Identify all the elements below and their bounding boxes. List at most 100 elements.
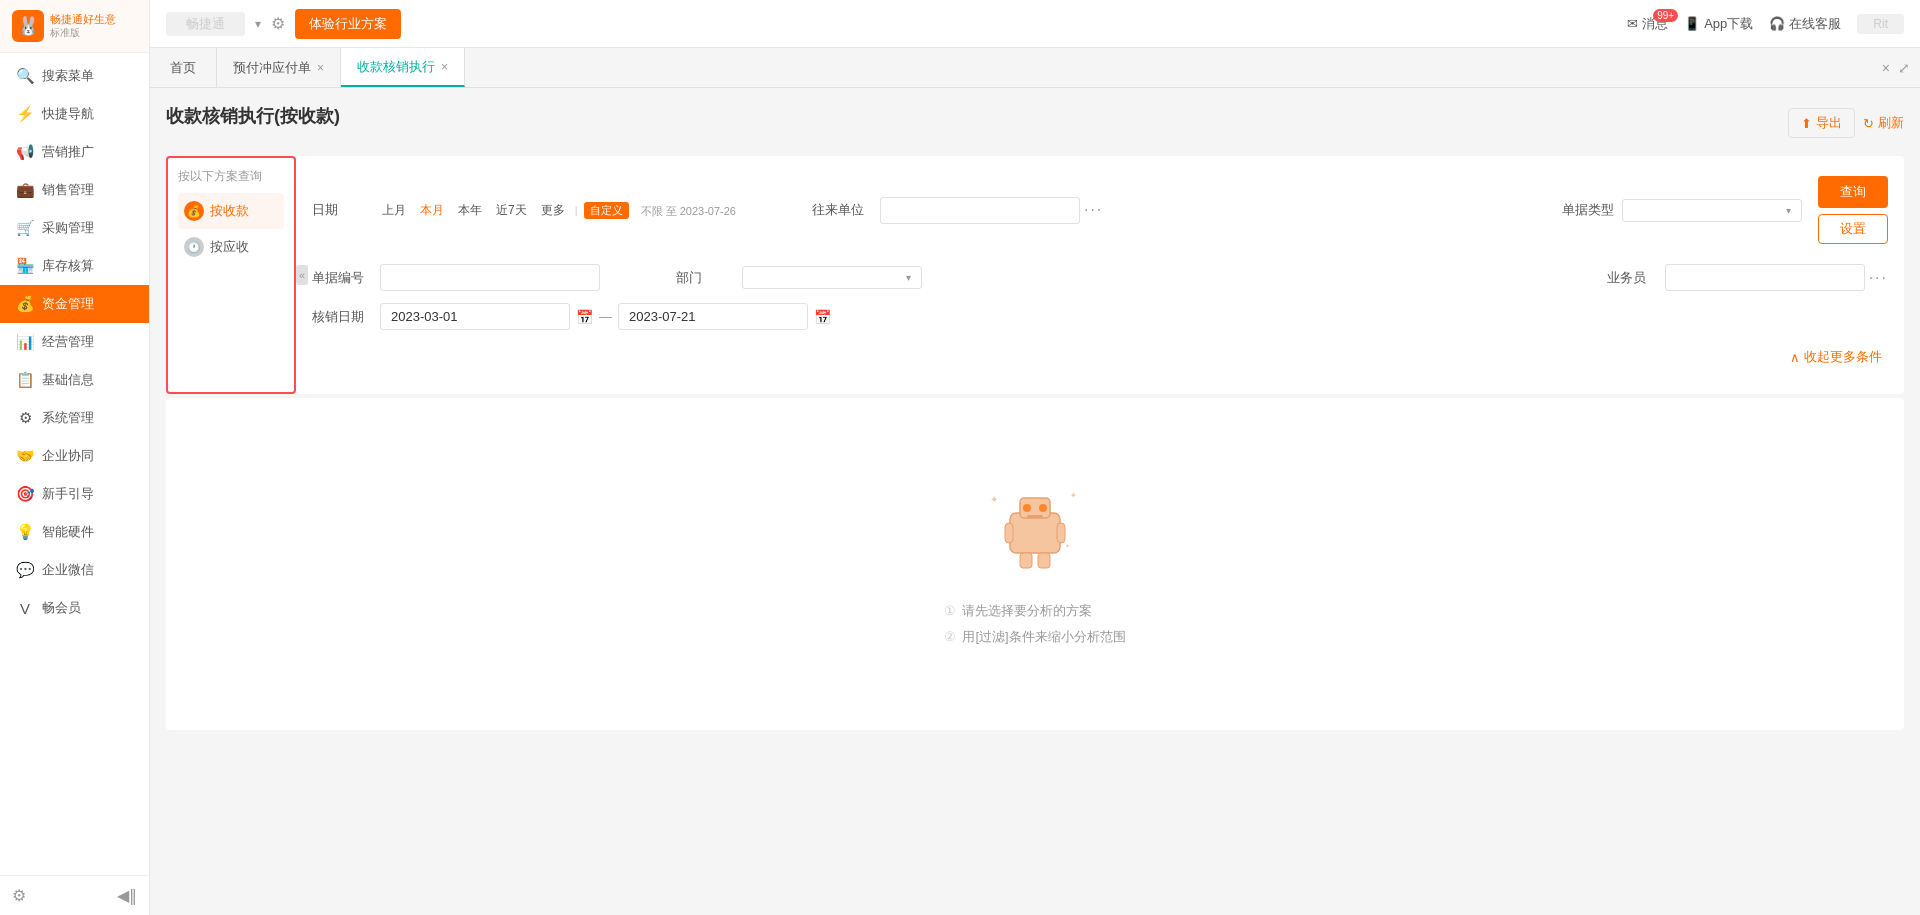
- partner-dots-btn[interactable]: ···: [1084, 201, 1103, 219]
- verify-date-label: 核销日期: [312, 308, 364, 326]
- collapse-more-btn[interactable]: ∧ 收起更多条件: [312, 342, 1888, 372]
- logo-area: 🐰 畅捷通好生意 标准版: [0, 0, 149, 53]
- verify-start-calendar-icon[interactable]: 📅: [576, 309, 593, 325]
- date-btn-this-year[interactable]: 本年: [454, 200, 486, 221]
- export-icon: ⬆: [1801, 116, 1812, 131]
- bill-type-select[interactable]: ▾: [1622, 199, 1802, 222]
- sidebar-item-wechat[interactable]: 💬 企业微信: [0, 551, 149, 589]
- verify-date-start-input[interactable]: [380, 303, 570, 330]
- app-download-btn[interactable]: 📱 App下载: [1684, 15, 1753, 33]
- svg-rect-5: [1005, 523, 1013, 543]
- tab-home[interactable]: 首页: [150, 48, 217, 87]
- refresh-icon: ↻: [1863, 116, 1874, 131]
- date-btn-this-month[interactable]: 本月: [416, 200, 448, 221]
- verify-date-end-input[interactable]: [618, 303, 808, 330]
- tab-verify[interactable]: 收款核销执行 ×: [341, 48, 465, 87]
- query-row-1: 日期 上月 本月 本年 近7天 更多 | 自定义 不限 至 2023-07-26: [312, 168, 1888, 252]
- query-btn[interactable]: 查询: [1818, 176, 1888, 208]
- empty-tip-2: 用[过滤]条件来缩小分析范围: [962, 624, 1125, 650]
- date-no-limit: 不限: [641, 205, 663, 217]
- query-row-3: 核销日期 📅 — 📅: [312, 303, 1888, 330]
- sidebar-item-management[interactable]: 📊 经营管理: [0, 323, 149, 361]
- date-btn-last-month[interactable]: 上月: [378, 200, 410, 221]
- empty-tips: ① 请先选择要分析的方案 ② 用[过滤]条件来缩小分析范围: [944, 598, 1125, 650]
- verify-end-calendar-icon[interactable]: 📅: [814, 309, 831, 325]
- collab-icon: 🤝: [16, 447, 34, 465]
- partner-input[interactable]: [880, 197, 1080, 224]
- date-dash: —: [599, 309, 612, 324]
- sidebar-item-member[interactable]: V 畅会员: [0, 589, 149, 627]
- sidebar-nav: 🔍 搜索菜单 ⚡ 快捷导航 📢 营销推广 💼 销售管理 🛒 采购管理 🏪 库存核…: [0, 53, 149, 875]
- svg-rect-7: [1020, 553, 1032, 568]
- staff-dots-btn[interactable]: ···: [1869, 269, 1888, 287]
- sidebar-item-finance[interactable]: 💰 资金管理: [0, 285, 149, 323]
- collapse-label: 收起更多条件: [1804, 348, 1882, 366]
- setting-btn[interactable]: 设置: [1818, 214, 1888, 244]
- collapse-sidebar-btn[interactable]: ◀‖: [117, 886, 137, 905]
- topbar-dropdown-icon[interactable]: ▾: [255, 17, 261, 31]
- content-area: 收款核销执行(按收款) ⬆ 导出 ↻ 刷新 按以下方案查询 💰 按收款: [150, 88, 1920, 915]
- bill-type-label: 单据类型: [1562, 201, 1614, 219]
- sidebar-item-inventory[interactable]: 🏪 库存核算: [0, 247, 149, 285]
- sidebar-label-basic: 基础信息: [42, 371, 94, 389]
- inventory-icon: 🏪: [16, 257, 34, 275]
- sidebar-item-purchase[interactable]: 🛒 采购管理: [0, 209, 149, 247]
- refresh-btn[interactable]: ↻ 刷新: [1863, 108, 1904, 138]
- tab-expand-icon[interactable]: ⤢: [1898, 60, 1910, 76]
- message-btn[interactable]: ✉ 消息 99+: [1627, 15, 1668, 33]
- online-service-btn[interactable]: 🎧 在线客服: [1769, 15, 1841, 33]
- topbar-gear-icon[interactable]: ⚙: [271, 14, 285, 33]
- sidebar-label-sales: 销售管理: [42, 181, 94, 199]
- sidebar-label-marketing: 营销推广: [42, 143, 94, 161]
- date-btn-more[interactable]: 更多: [537, 200, 569, 221]
- tab-prepay[interactable]: 预付冲应付单 ×: [217, 48, 341, 87]
- query-row-2: 单据编号 部门 ▾ 业务员 ···: [312, 264, 1888, 291]
- tab-prepay-label: 预付冲应付单: [233, 59, 311, 77]
- tab-verify-label: 收款核销执行: [357, 58, 435, 76]
- verify-date-group: 📅 — 📅: [380, 303, 831, 330]
- receipt-filter-icon: 💰: [184, 201, 204, 221]
- receivable-filter-icon: 🕐: [184, 237, 204, 257]
- sidebar-item-collab[interactable]: 🤝 企业协同: [0, 437, 149, 475]
- export-btn[interactable]: ⬆ 导出: [1788, 108, 1855, 138]
- bill-no-input[interactable]: [380, 264, 600, 291]
- svg-text:✦: ✦: [990, 494, 998, 505]
- staff-input[interactable]: [1665, 264, 1865, 291]
- custom-tag: 自定义: [584, 202, 629, 219]
- filter-item-receipt[interactable]: 💰 按收款: [178, 193, 284, 229]
- industry-btn[interactable]: 体验行业方案: [295, 9, 401, 39]
- staff-input-group: ···: [1665, 264, 1888, 291]
- dept-label: 部门: [676, 269, 726, 287]
- filter-item-receipt-label: 按收款: [210, 202, 249, 220]
- tab-verify-close[interactable]: ×: [441, 60, 448, 74]
- svg-rect-6: [1057, 523, 1065, 543]
- finance-icon: 💰: [16, 295, 34, 313]
- sidebar-item-sales[interactable]: 💼 销售管理: [0, 171, 149, 209]
- marketing-icon: 📢: [16, 143, 34, 161]
- filter-item-receivable[interactable]: 🕐 按应收: [178, 229, 284, 265]
- member-icon: V: [16, 600, 34, 617]
- tab-home-label: 首页: [170, 59, 196, 77]
- svg-text:✦: ✦: [1070, 491, 1077, 500]
- sidebar-item-system[interactable]: ⚙ 系统管理: [0, 399, 149, 437]
- query-actions: 查询 设置: [1818, 168, 1888, 252]
- service-label: 在线客服: [1789, 15, 1841, 33]
- main-area: 畅捷通 ▾ ⚙ 体验行业方案 ✉ 消息 99+ 📱 App下载 🎧 在线客服 R…: [150, 0, 1920, 915]
- sidebar-item-marketing[interactable]: 📢 营销推广: [0, 133, 149, 171]
- settings-bottom-icon[interactable]: ⚙: [12, 886, 26, 905]
- sidebar-item-basic[interactable]: 📋 基础信息: [0, 361, 149, 399]
- sidebar-item-quick[interactable]: ⚡ 快捷导航: [0, 95, 149, 133]
- sidebar-item-hardware[interactable]: 💡 智能硬件: [0, 513, 149, 551]
- tab-prepay-close[interactable]: ×: [317, 61, 324, 75]
- filter-item-receivable-label: 按应收: [210, 238, 249, 256]
- purchase-icon: 🛒: [16, 219, 34, 237]
- filter-collapse-btn[interactable]: «: [296, 265, 308, 285]
- dept-select[interactable]: ▾: [742, 266, 922, 289]
- sales-icon: 💼: [16, 181, 34, 199]
- user-avatar[interactable]: Rit: [1857, 14, 1904, 34]
- sidebar-item-guide[interactable]: 🎯 新手引导: [0, 475, 149, 513]
- sidebar-item-search[interactable]: 🔍 搜索菜单: [0, 57, 149, 95]
- page-header: 收款核销执行(按收款) ⬆ 导出 ↻ 刷新: [166, 104, 1904, 142]
- date-btn-7days[interactable]: 近7天: [492, 200, 531, 221]
- tab-close-all-icon[interactable]: ×: [1882, 60, 1890, 76]
